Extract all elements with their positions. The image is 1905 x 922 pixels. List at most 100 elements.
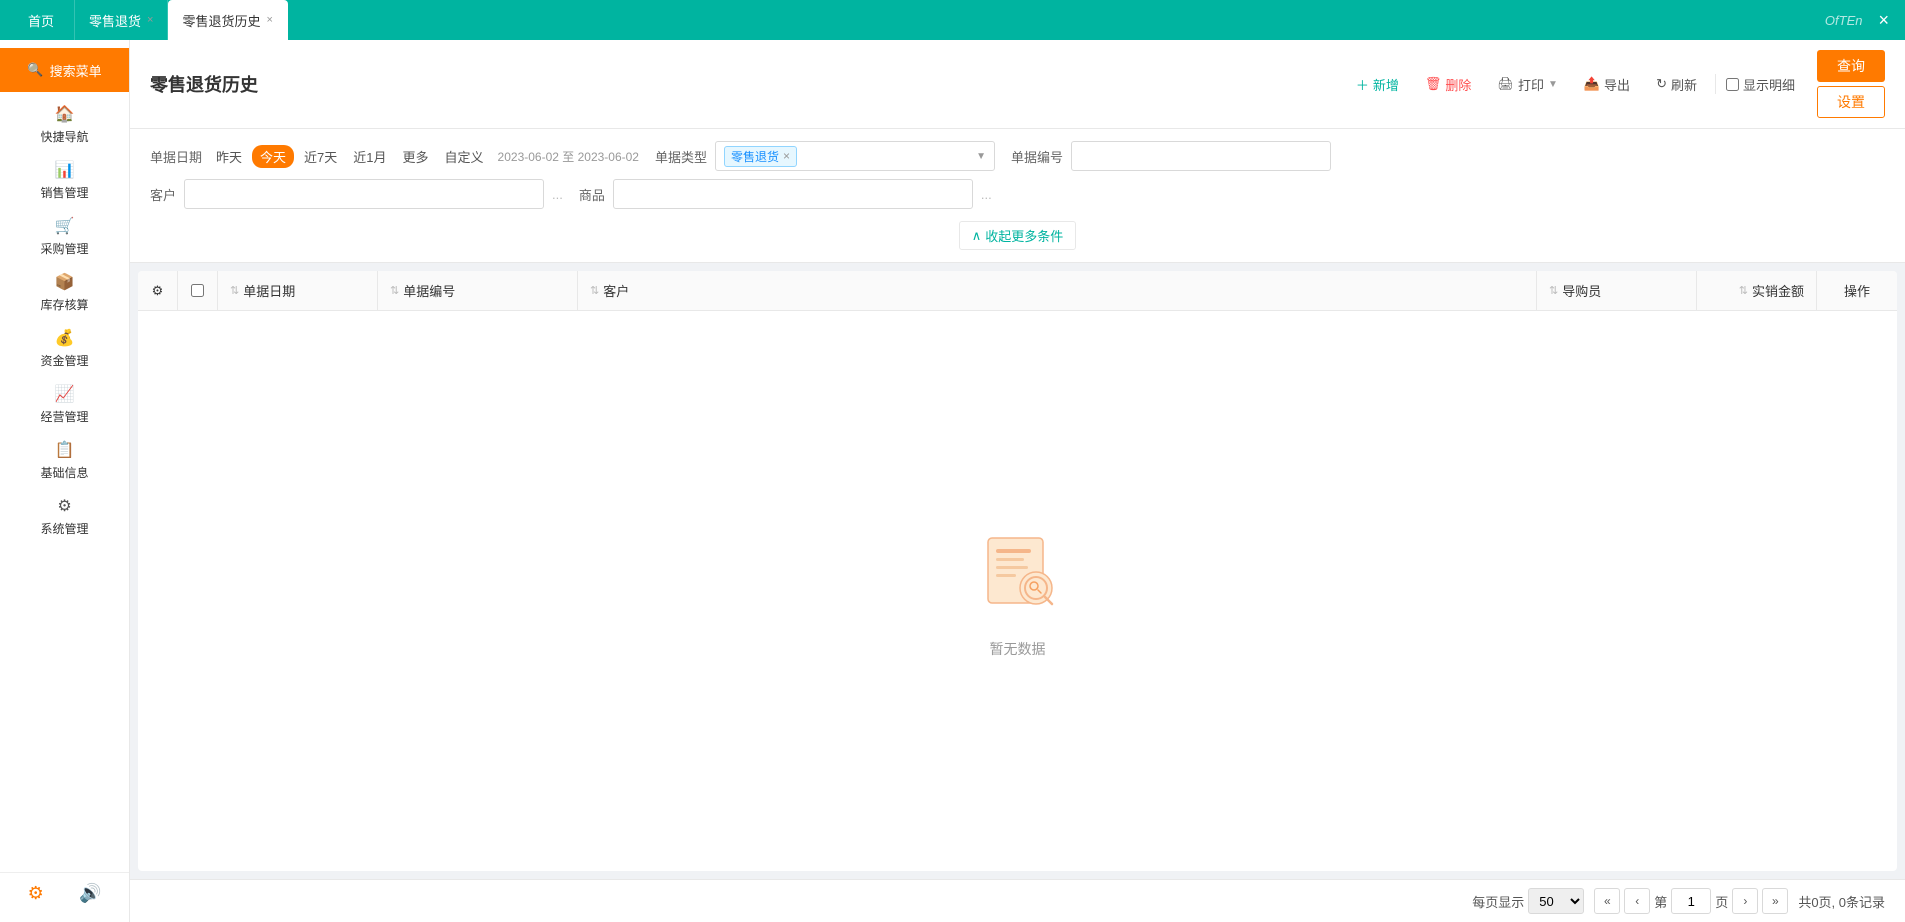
- bill-no-input[interactable]: [1071, 141, 1331, 171]
- date-filter: 单据日期 昨天 今天 近7天 近1月 更多 自定义 2023-06-02 至 2…: [150, 145, 639, 168]
- th-guide[interactable]: ⇅ 导购员: [1537, 271, 1697, 310]
- tab-retail-return-label: 零售退货: [89, 11, 141, 30]
- sidebar-item-finance[interactable]: 💰 资金管理: [6, 322, 123, 374]
- customer-input[interactable]: [184, 179, 544, 209]
- th-ops: 操作: [1817, 271, 1897, 310]
- filter-row-1: 单据日期 昨天 今天 近7天 近1月 更多 自定义 2023-06-02 至 2…: [150, 141, 1885, 171]
- page-prev-button[interactable]: ‹: [1624, 888, 1650, 914]
- page-first-button[interactable]: «: [1594, 888, 1620, 914]
- date-opt-1month[interactable]: 近1月: [347, 145, 392, 168]
- date-opt-more[interactable]: 更多: [397, 145, 435, 168]
- search-menu-button[interactable]: 🔍 搜索菜单: [0, 48, 129, 92]
- sort-amount-icon: ⇅: [1739, 284, 1748, 297]
- settings-bottom-icon[interactable]: ⚙: [28, 883, 44, 904]
- sidebar-item-quick-nav[interactable]: 🏠 快捷导航: [6, 98, 123, 150]
- search-icon: 🔍: [27, 62, 43, 78]
- sidebar-item-system[interactable]: ⚙ 系统管理: [6, 490, 123, 542]
- sort-date-icon: ⇅: [230, 284, 239, 297]
- home-icon: 🏠: [55, 104, 75, 124]
- empty-text: 暂无数据: [990, 639, 1046, 659]
- th-date[interactable]: ⇅ 单据日期: [218, 271, 378, 310]
- main-content: 零售退货历史 ＋ 新增 🗑 删除 🖨 打印 ▼ 📤 导出: [130, 40, 1905, 922]
- tab-home[interactable]: + 新增 首页: [8, 0, 75, 40]
- th-ops-label: 操作: [1844, 281, 1870, 300]
- bill-type-tag: 零售退货 ×: [724, 146, 797, 167]
- sidebar-bottom: ⚙ 🔊: [0, 872, 129, 914]
- sidebar-item-operations-label: 经营管理: [40, 408, 88, 425]
- search-menu-label: 搜索菜单: [50, 61, 102, 80]
- page-number-input[interactable]: [1671, 888, 1711, 914]
- th-billno[interactable]: ⇅ 单据编号: [378, 271, 578, 310]
- th-amount-label: 实销金额: [1752, 281, 1804, 300]
- export-button[interactable]: 📤 导出: [1576, 71, 1638, 98]
- operations-icon: 📈: [55, 384, 75, 404]
- date-opt-yesterday[interactable]: 昨天: [210, 145, 248, 168]
- sidebar-item-sales-label: 销售管理: [40, 184, 88, 201]
- display-detail-checkbox[interactable]: [1726, 78, 1739, 91]
- table-header: ⚙ ⇅ 单据日期 ⇅ 单据编号 ⇅ 客户 ⇅: [138, 271, 1897, 311]
- table-container: ⚙ ⇅ 单据日期 ⇅ 单据编号 ⇅ 客户 ⇅: [138, 271, 1897, 871]
- export-icon: 📤: [1584, 76, 1600, 92]
- query-button[interactable]: 查询: [1817, 50, 1885, 82]
- sidebar-item-basic-info-label: 基础信息: [40, 464, 88, 481]
- date-opt-7days[interactable]: 近7天: [298, 145, 343, 168]
- topbar-right: OfTEn ×: [1825, 10, 1897, 31]
- delete-button[interactable]: 🗑 删除: [1417, 71, 1480, 98]
- sidebar-item-finance-label: 资金管理: [40, 352, 88, 369]
- purchase-icon: 🛒: [55, 216, 75, 236]
- goods-dots[interactable]: ...: [981, 187, 992, 202]
- th-checkbox[interactable]: [178, 271, 218, 310]
- customer-label: 客户: [150, 185, 176, 204]
- settings-col-icon[interactable]: ⚙: [152, 283, 164, 299]
- window-close-button[interactable]: ×: [1870, 10, 1897, 31]
- sidebar-item-sales-mgmt[interactable]: 📊 销售管理: [6, 154, 123, 206]
- print-label: 打印: [1518, 75, 1544, 94]
- sidebar: 🔍 搜索菜单 🏠 快捷导航 📊 销售管理 🛒 采购管理 📦 库存核算 💰 资金管…: [0, 40, 130, 922]
- sidebar-item-basic-info[interactable]: 📋 基础信息: [6, 434, 123, 486]
- page-header: 零售退货历史 ＋ 新增 🗑 删除 🖨 打印 ▼ 📤 导出: [130, 40, 1905, 129]
- page-next-button[interactable]: ›: [1732, 888, 1758, 914]
- customer-dots[interactable]: ...: [552, 187, 563, 202]
- goods-filter: 商品 ...: [579, 179, 992, 209]
- th-customer[interactable]: ⇅ 客户: [578, 271, 1537, 310]
- speaker-bottom-icon[interactable]: 🔊: [79, 883, 101, 904]
- new-button[interactable]: ＋ 新增: [1348, 71, 1407, 98]
- collapse-filter-button[interactable]: ∧ 收起更多条件: [959, 221, 1077, 250]
- sidebar-item-inventory[interactable]: 📦 库存核算: [6, 266, 123, 318]
- th-amount[interactable]: ⇅ 实销金额: [1697, 271, 1817, 310]
- goods-input[interactable]: [613, 179, 973, 209]
- th-guide-label: 导购员: [1562, 281, 1601, 300]
- sales-icon: 📊: [55, 160, 75, 180]
- tab-retail-return-history[interactable]: 零售退货历史 ×: [168, 0, 287, 40]
- brand-label: OfTEn: [1825, 13, 1863, 28]
- tab-retail-return-close[interactable]: ×: [147, 14, 153, 26]
- bill-type-arrow-icon: ▼: [976, 151, 986, 162]
- print-button[interactable]: 🖨 打印 ▼: [1489, 71, 1565, 98]
- page-size-dropdown[interactable]: 10 20 50 100: [1528, 888, 1584, 914]
- bill-type-tag-remove[interactable]: ×: [783, 149, 790, 163]
- new-icon: ＋: [1356, 75, 1369, 94]
- date-opt-today[interactable]: 今天: [252, 145, 294, 168]
- display-detail-checkbox-label[interactable]: 显示明细: [1726, 75, 1795, 94]
- settings-button[interactable]: 设置: [1817, 86, 1885, 118]
- page-unit-label: 页: [1715, 892, 1728, 911]
- th-settings[interactable]: ⚙: [138, 271, 178, 310]
- select-all-checkbox[interactable]: [191, 284, 204, 297]
- sidebar-item-quick-nav-label: 快捷导航: [40, 128, 88, 145]
- tab-list: + 新增 首页 零售退货 × 零售退货历史 ×: [8, 0, 1821, 40]
- sidebar-item-operations[interactable]: 📈 经营管理: [6, 378, 123, 430]
- sidebar-item-purchase-mgmt[interactable]: 🛒 采购管理: [6, 210, 123, 262]
- page-last-button[interactable]: »: [1762, 888, 1788, 914]
- tab-retail-return-history-close[interactable]: ×: [266, 14, 272, 26]
- bill-type-select[interactable]: 零售退货 × ▼: [715, 141, 995, 171]
- bill-type-filter: 单据类型 零售退货 × ▼: [655, 141, 995, 171]
- refresh-button[interactable]: ↻ 刷新: [1648, 71, 1705, 98]
- pagination-bar: 每页显示 10 20 50 100 « ‹ 第 页 › » 共0页, 0条记录: [130, 879, 1905, 922]
- tab-retail-return[interactable]: 零售退货 ×: [75, 0, 168, 40]
- date-range-display: 2023-06-02 至 2023-06-02: [498, 148, 639, 165]
- system-icon: ⚙: [57, 496, 71, 516]
- refresh-label: 刷新: [1671, 75, 1697, 94]
- inventory-icon: 📦: [55, 272, 75, 292]
- filter-row-2: 客户 ... 商品 ...: [150, 179, 1885, 209]
- date-opt-custom[interactable]: 自定义: [439, 145, 490, 168]
